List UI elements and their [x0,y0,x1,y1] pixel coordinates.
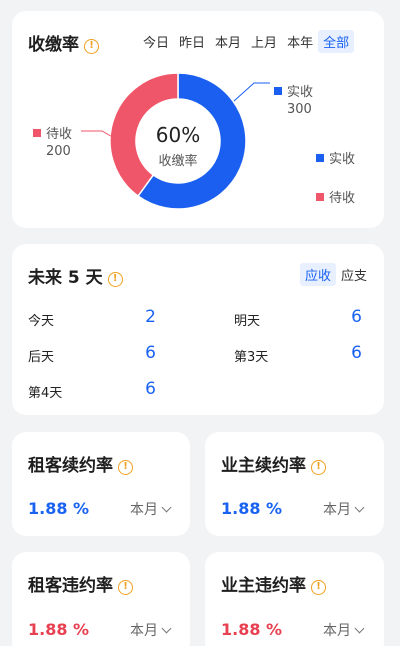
next-5-days-card: 未来 5 天! 应收 应支 今天 2 明天 6 后天 6 第3天 6 第4天 6 [12,244,384,415]
tab-payable[interactable]: 应支 [336,263,372,286]
next-5-days-title: 未来 5 天! [28,263,123,288]
chevron-down-icon [161,502,172,513]
chevron-down-icon [354,502,365,513]
info-icon[interactable]: ! [107,272,123,287]
owner-default-value: 1.88 % [221,620,283,639]
info-icon[interactable]: ! [118,460,133,475]
owner-default-period-select[interactable]: 本月 [323,620,365,640]
legend-received: 实收 [316,148,355,167]
received-leader-line [233,82,270,102]
day-label-day4: 第4天 [28,386,63,401]
donut-center: 60% 收缴率 [130,123,226,169]
info-icon[interactable]: ! [118,580,133,595]
day-value-day3[interactable]: 6 [322,343,362,363]
day-value-tomorrow[interactable]: 6 [322,307,362,327]
legend-pending-swatch [316,193,324,201]
day-label-day3: 第3天 [234,350,269,365]
received-swatch [274,87,282,95]
owner-renewal-card[interactable]: 业主续约率! 1.88 % 本月 [205,432,384,536]
tenant-renewal-period-select[interactable]: 本月 [130,499,172,519]
pending-swatch [33,129,41,137]
donut-center-percent: 60% [155,123,201,147]
day-label-tomorrow: 明天 [234,314,261,329]
owner-default-card[interactable]: 业主违约率! 1.88 % 本月 [205,552,384,646]
day-label-today: 今天 [28,314,55,329]
tenant-renewal-value: 1.88 % [28,499,90,518]
legend-received-swatch [316,154,324,162]
tab-receivable[interactable]: 应收 [300,263,337,286]
chevron-down-icon [161,623,172,634]
tenant-renewal-card[interactable]: 租客续约率! 1.88 % 本月 [12,432,190,536]
tenant-default-period-select[interactable]: 本月 [130,620,172,640]
owner-renewal-period-select[interactable]: 本月 [323,499,365,519]
collection-rate-card: 收缴率! 今日 昨日 本月 上月 本年 全部 60% 收缴率 实收 300 待收… [12,11,384,228]
info-icon[interactable]: ! [311,460,326,475]
pending-value: 200 [46,144,71,159]
tenant-default-card[interactable]: 租客违约率! 1.88 % 本月 [12,552,190,646]
receivable-payable-toggle: 应收 应支 [300,263,372,286]
pending-callout: 待收 200 [33,123,72,159]
chevron-down-icon [354,623,365,634]
received-callout: 实收 300 [274,81,313,117]
legend-pending: 待收 [316,187,355,206]
info-icon[interactable]: ! [311,580,326,595]
owner-renewal-title: 业主续约率! [221,451,326,476]
owner-renewal-value: 1.88 % [221,499,283,518]
day-label-after-tomorrow: 后天 [28,350,55,365]
tenant-default-title: 租客违约率! [28,571,133,596]
tenant-renewal-title: 租客续约率! [28,451,133,476]
day-value-today[interactable]: 2 [116,307,156,327]
tenant-default-value: 1.88 % [28,620,90,639]
owner-default-title: 业主违约率! [221,571,326,596]
received-value: 300 [287,102,312,117]
day-value-after-tomorrow[interactable]: 6 [116,343,156,363]
donut-center-label: 收缴率 [158,154,198,169]
day-value-day4[interactable]: 6 [116,379,156,399]
